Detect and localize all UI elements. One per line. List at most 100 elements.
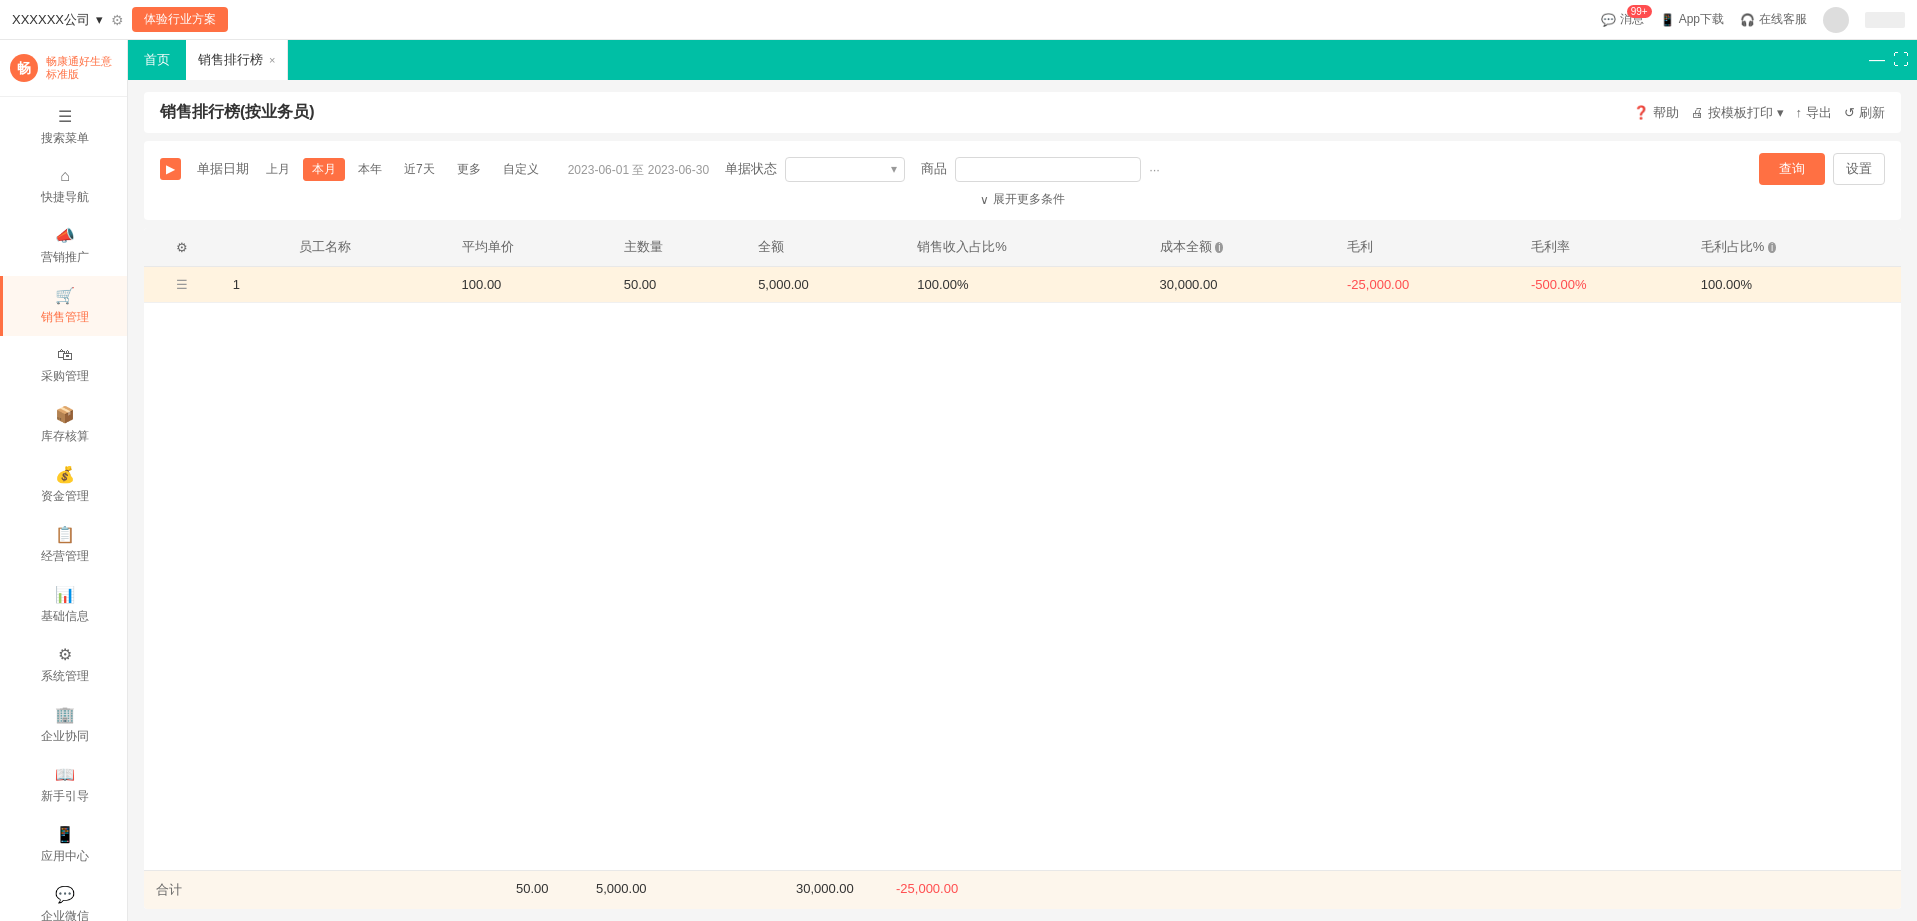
app-download-btn[interactable]: 📱 App下载	[1660, 11, 1724, 28]
sidebar-item-label: 营销推广	[41, 249, 89, 266]
footer-sales-pct	[696, 881, 796, 899]
purchase-icon: 🛍	[57, 346, 73, 364]
sidebar-item-quick-nav[interactable]: ⌂ 快捷导航	[0, 157, 127, 216]
trial-btn[interactable]: 体验行业方案	[132, 7, 228, 32]
sidebar-item-label: 应用中心	[41, 848, 89, 865]
tab-close-icon[interactable]: ×	[269, 54, 275, 66]
row-name	[287, 267, 449, 303]
message-badge: 99+	[1627, 5, 1652, 18]
sidebar-item-label: 搜索菜单	[41, 130, 89, 147]
date-range-text: 2023-06-01 至 2023-06-30	[568, 163, 709, 177]
status-label: 单据状态	[725, 160, 777, 178]
sidebar-item-operations[interactable]: 📋 经营管理	[0, 515, 127, 575]
col-profit-pct: 毛利占比% i	[1689, 228, 1901, 267]
date-pill-custom[interactable]: 自定义	[494, 158, 548, 181]
row-profit-rate: -500.00%	[1519, 267, 1689, 303]
system-icon: ⚙	[58, 645, 72, 664]
page-title: 销售排行榜(按业务员)	[160, 102, 315, 123]
table-wrapper: ⚙ 员工名称 平均单价 主数量 全额 销售收入占比% 成本全额 i 毛利 毛利率	[144, 228, 1901, 870]
company-name: XXXXXX公司	[12, 11, 90, 29]
sidebar-item-purchase[interactable]: 🛍 采购管理	[0, 336, 127, 395]
avatar[interactable]	[1823, 7, 1849, 33]
row-settings[interactable]: ☰	[144, 267, 221, 303]
sidebar-logo: 畅 畅康通好生意 标准版	[0, 40, 127, 97]
username	[1865, 12, 1905, 28]
template-print-btn[interactable]: 🖨 按模板打印 ▾	[1691, 104, 1784, 122]
tab-home[interactable]: 首页	[128, 40, 186, 80]
weixin-icon: 💬	[55, 885, 75, 904]
col-settings[interactable]: ⚙	[144, 228, 221, 267]
sidebar-item-finance[interactable]: 💰 资金管理	[0, 455, 127, 515]
filter-settings-btn[interactable]: 设置	[1833, 153, 1885, 185]
search-order-icon: ☰	[58, 107, 72, 126]
help-btn[interactable]: ❓ 帮助	[1633, 104, 1679, 122]
online-service-label: 在线客服	[1759, 11, 1807, 28]
col-profit-rate: 毛利率	[1519, 228, 1689, 267]
col-rank	[221, 228, 288, 267]
table-row: ☰ 1 100.00 50.00 5,000.00 100.00% 30,000…	[144, 267, 1901, 303]
sales-icon: 🛒	[55, 286, 75, 305]
date-pill-7days[interactable]: 近7天	[395, 158, 444, 181]
date-pill-this-year[interactable]: 本年	[349, 158, 391, 181]
refresh-btn[interactable]: ↺ 刷新	[1844, 104, 1885, 122]
company-selector[interactable]: XXXXXX公司 ▾	[12, 11, 103, 29]
sidebar-item-label: 销售管理	[41, 309, 89, 326]
help-label: 帮助	[1653, 104, 1679, 122]
logo-icon: 畅	[8, 52, 40, 84]
expand-more-row[interactable]: ∨ 展开更多条件	[160, 185, 1885, 208]
top-bar: XXXXXX公司 ▾ ⚙ 体验行业方案 💬 消息 99+ 📱 App下载 🎧 在…	[0, 0, 1917, 40]
filter-row: ▶ 单据日期 上月 本月 本年 近7天 更多 自定义	[160, 153, 1885, 185]
sidebar-item-app-center[interactable]: 📱 应用中心	[0, 815, 127, 875]
online-service-btn[interactable]: 🎧 在线客服	[1740, 11, 1807, 28]
query-btn[interactable]: 查询	[1759, 153, 1825, 185]
sidebar: 畅 畅康通好生意 标准版 ☰ 搜索菜单 ⌂ 快捷导航 📣 营销推广 🛒 销售管理…	[0, 40, 128, 921]
sidebar-item-search-order[interactable]: ☰ 搜索菜单	[0, 97, 127, 157]
sidebar-item-label: 企业协同	[41, 728, 89, 745]
sidebar-item-label: 企业微信	[41, 908, 89, 921]
export-btn[interactable]: ↑ 导出	[1796, 104, 1833, 122]
tab-fullscreen-icon[interactable]: ⛶	[1893, 51, 1909, 69]
sidebar-item-basic-info[interactable]: 📊 基础信息	[0, 575, 127, 635]
tab-minimize-icon[interactable]: —	[1869, 51, 1885, 69]
date-pill-last-month[interactable]: 上月	[257, 158, 299, 181]
goods-filter: 商品 ···	[921, 157, 1160, 182]
header-actions: ❓ 帮助 🖨 按模板打印 ▾ ↑ 导出 ↺ 刷新	[1633, 104, 1886, 122]
date-filter: 单据日期 上月 本月 本年 近7天 更多 自定义	[197, 158, 548, 181]
col-profit: 毛利	[1335, 228, 1519, 267]
date-pill-more[interactable]: 更多	[448, 158, 490, 181]
export-icon: ↑	[1796, 105, 1803, 120]
row-sales-pct: 100.00%	[905, 267, 1147, 303]
row-qty: 50.00	[612, 267, 746, 303]
headset-icon: 🎧	[1740, 13, 1755, 27]
col-sales-pct: 销售收入占比%	[905, 228, 1147, 267]
date-pill-this-month[interactable]: 本月	[303, 158, 345, 181]
download-icon: 📱	[1660, 13, 1675, 27]
expand-left-btn[interactable]: ▶	[160, 158, 181, 180]
sidebar-item-system[interactable]: ⚙ 系统管理	[0, 635, 127, 695]
cost-info-icon: i	[1215, 242, 1223, 253]
col-amount: 全额	[746, 228, 905, 267]
more-dots[interactable]: ···	[1149, 162, 1160, 177]
status-select[interactable]	[785, 157, 905, 182]
marketing-icon: 📣	[55, 226, 75, 245]
sidebar-item-weixin[interactable]: 💬 企业微信	[0, 875, 127, 921]
app-center-icon: 📱	[55, 825, 75, 844]
basic-info-icon: 📊	[55, 585, 75, 604]
sidebar-item-enterprise[interactable]: 🏢 企业协同	[0, 695, 127, 755]
table-footer: 合计 50.00 5,000.00 30,000.00 -25,000.00	[144, 870, 1901, 909]
settings-icon[interactable]: ⚙	[111, 12, 124, 28]
sidebar-item-inventory[interactable]: 📦 库存核算	[0, 395, 127, 455]
expand-label: 展开更多条件	[993, 191, 1065, 208]
tab-sales-ranking[interactable]: 销售排行榜 ×	[186, 40, 288, 80]
sidebar-item-sales[interactable]: 🛒 销售管理	[0, 276, 127, 336]
expand-down-icon: ∨	[980, 193, 989, 207]
finance-icon: 💰	[55, 465, 75, 484]
sidebar-item-marketing[interactable]: 📣 营销推广	[0, 216, 127, 276]
content-area: 首页 销售排行榜 × — ⛶ 销售排行榜(按业务员) ❓ 帮助	[128, 40, 1917, 921]
row-avg-price: 100.00	[450, 267, 612, 303]
sidebar-item-guide[interactable]: 📖 新手引导	[0, 755, 127, 815]
refresh-label: 刷新	[1859, 104, 1885, 122]
expand-arrow-icon[interactable]: ▶	[160, 158, 181, 180]
goods-input[interactable]	[955, 157, 1141, 182]
message-btn[interactable]: 💬 消息 99+	[1601, 11, 1644, 28]
